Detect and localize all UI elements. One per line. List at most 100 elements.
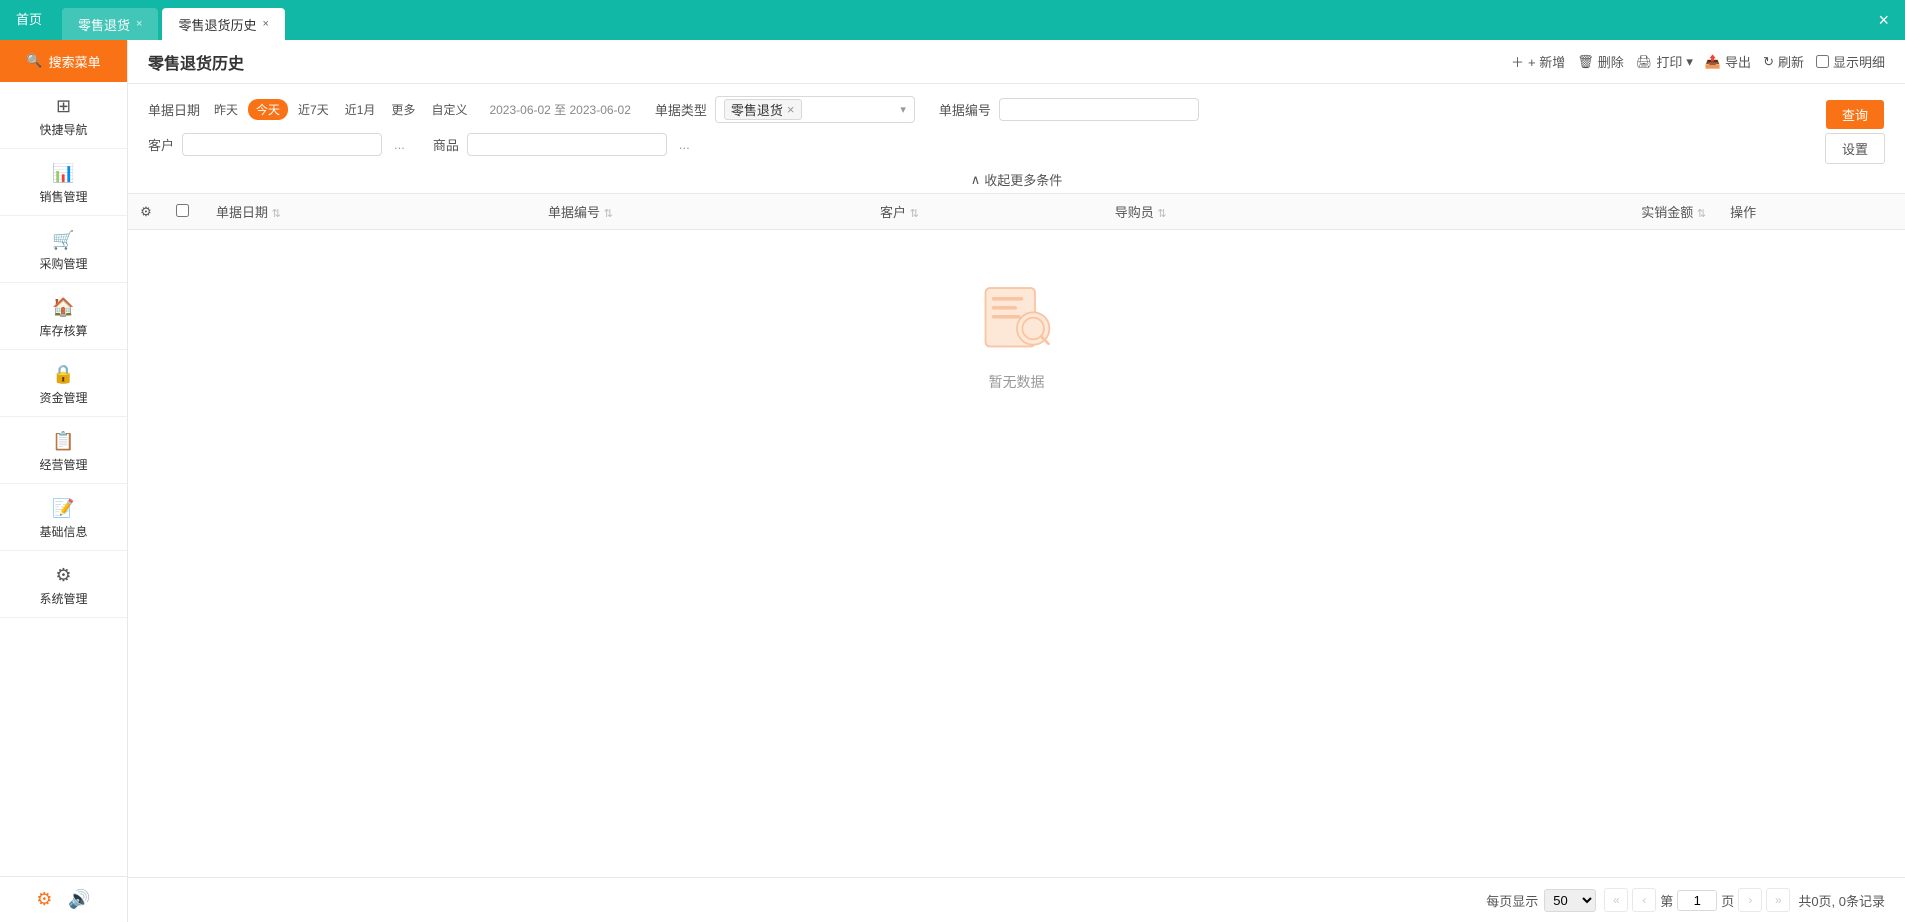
sidebar-item-sales[interactable]: 📊 销售管理 [0,149,127,216]
print-label: 打印 [1656,52,1682,71]
print-icon: 🖨 [1636,54,1653,70]
settings-gear-icon[interactable]: ⚙ [36,889,52,910]
page-prefix-label: 第 [1660,891,1673,910]
tab-retail-return[interactable]: 零售退货 × [62,8,158,40]
sidebar-item-operations[interactable]: 📋 经营管理 [0,417,127,484]
date-opt-7days[interactable]: 近7天 [292,99,335,120]
last-page-button[interactable]: » [1766,888,1790,912]
quick-nav-icon: ⊞ [56,96,71,117]
date-range-value: 2023-06-02 至 2023-06-02 [489,101,630,118]
new-icon: ＋ [1511,52,1524,71]
tab-retail-return-close[interactable]: × [136,18,142,30]
delete-label: 删除 [1598,52,1624,71]
first-page-button[interactable]: « [1604,888,1628,912]
sidebar-item-purchase[interactable]: 🛒 采购管理 [0,216,127,283]
goods-input[interactable] [467,133,667,156]
th-doc-no: 单据编号 ⇅ [536,194,868,230]
th-date-label: 单据日期 [216,205,268,220]
doc-no-label: 单据编号 [939,100,991,119]
window-close-button[interactable]: × [1862,0,1905,40]
tab-retail-return-history[interactable]: 零售退货历史 × [162,8,284,40]
doc-type-tag-remove[interactable]: × [787,102,795,117]
date-opt-more[interactable]: 更多 [385,99,421,120]
topbar: 首页 零售退货 × 零售退货历史 × × [0,0,1905,40]
date-opt-1month[interactable]: 近1月 [339,99,382,120]
sidebar-item-basic[interactable]: 📝 基础信息 [0,484,127,551]
per-page-label: 每页显示 [1486,891,1538,910]
show-detail-toggle[interactable]: 显示明细 [1816,52,1885,71]
export-button[interactable]: 📤 导出 [1705,52,1751,71]
sidebar-item-inventory[interactable]: 🏠 库存核算 [0,283,127,350]
date-opt-yesterday[interactable]: 昨天 [208,99,244,120]
page-total-label: 共0页, 0条记录 [1798,891,1885,910]
th-date: 单据日期 ⇅ [204,194,536,230]
sidebar-item-quick-nav[interactable]: ⊞ 快捷导航 [0,82,127,149]
th-amount-label: 实销金额 [1641,205,1693,220]
next-page-button[interactable]: › [1738,888,1762,912]
sidebar-item-finance-label: 资金管理 [39,389,87,406]
th-guide: 导购员 ⇅ [1103,194,1386,230]
goods-picker-icon[interactable]: ... [675,137,694,152]
customer-picker-icon[interactable]: ... [390,137,409,152]
date-opt-custom[interactable]: 自定义 [425,99,473,120]
th-date-sort-icon[interactable]: ⇅ [272,208,281,220]
customer-label: 客户 [148,135,174,154]
th-customer-label: 客户 [880,205,906,220]
th-doc-no-sort-icon[interactable]: ⇅ [604,208,613,220]
refresh-button[interactable]: ↻ 刷新 [1763,52,1804,71]
doc-type-filter: 单据类型 零售退货 × ▾ [655,96,915,123]
doc-type-label: 单据类型 [655,100,707,119]
refresh-icon: ↻ [1763,54,1774,70]
search-icon: 🔍 [26,53,42,69]
sidebar-item-purchase-label: 采购管理 [39,255,87,272]
select-all-checkbox[interactable] [176,204,189,217]
empty-state: 暂无数据 [128,230,1905,432]
pagination: 每页显示 50 100 200 « ‹ 第 1 页 › » 共0页, 0条 [128,877,1905,922]
column-settings-icon[interactable]: ⚙ [140,204,152,219]
th-checkbox[interactable] [164,194,204,230]
delete-button[interactable]: 🗑 删除 [1577,52,1624,71]
print-button[interactable]: 🖨 打印 ▾ [1636,52,1693,71]
doc-type-select[interactable]: 零售退货 × ▾ [715,96,915,123]
home-tab[interactable]: 首页 [0,0,58,40]
show-detail-label: 显示明细 [1833,52,1885,71]
doc-no-filter: 单据编号 [939,98,1199,121]
page-number-input[interactable]: 1 [1677,890,1717,911]
refresh-label: 刷新 [1778,52,1804,71]
page-title: 零售退货历史 [148,50,244,74]
th-customer-sort-icon[interactable]: ⇅ [910,208,919,220]
doc-type-arrow-icon: ▾ [900,103,906,116]
date-opt-today[interactable]: 今天 [248,99,288,120]
set-button[interactable]: 设置 [1825,133,1885,164]
customer-input[interactable] [182,133,382,156]
page-nav: « ‹ 第 1 页 › » [1604,888,1790,912]
date-filter: 单据日期 昨天 今天 近7天 近1月 更多 自定义 2023-06-02 至 2… [148,99,631,120]
volume-icon[interactable]: 🔊 [68,889,90,910]
per-page-select[interactable]: 50 100 200 [1544,889,1596,912]
th-amount: 实销金额 ⇅ [1386,194,1718,230]
th-amount-sort-icon[interactable]: ⇅ [1697,208,1706,220]
sidebar-item-finance[interactable]: 🔒 资金管理 [0,350,127,417]
th-action: 操作 [1718,194,1905,230]
th-guide-sort-icon[interactable]: ⇅ [1157,208,1166,220]
purchase-icon: 🛒 [52,230,74,251]
th-guide-label: 导购员 [1115,205,1154,220]
doc-no-input[interactable] [999,98,1199,121]
new-button[interactable]: ＋ + 新增 [1511,52,1565,71]
sidebar-item-system[interactable]: ⚙ 系统管理 [0,551,127,618]
header-actions: ＋ + 新增 🗑 删除 🖨 打印 ▾ 📤 导出 ↻ [1511,52,1885,71]
query-button[interactable]: 查询 [1826,100,1884,129]
search-menu-label: 搜索菜单 [49,52,101,71]
system-icon: ⚙ [55,565,71,586]
doc-type-tag-text: 零售退货 [731,100,783,119]
data-table: ⚙ 单据日期 ⇅ 单据编号 ⇅ [128,194,1905,230]
search-menu-button[interactable]: 🔍 搜索菜单 [0,40,127,82]
tab-retail-return-history-close[interactable]: × [262,18,268,30]
th-settings[interactable]: ⚙ [128,194,164,230]
prev-page-button[interactable]: ‹ [1632,888,1656,912]
empty-text: 暂无数据 [989,372,1045,392]
show-detail-checkbox[interactable] [1816,55,1829,68]
collapse-bar[interactable]: ∧ 收起更多条件 [148,166,1885,193]
collapse-label: 收起更多条件 [984,170,1062,189]
page-header: 零售退货历史 ＋ + 新增 🗑 删除 🖨 打印 ▾ 📤 导出 [128,40,1905,84]
